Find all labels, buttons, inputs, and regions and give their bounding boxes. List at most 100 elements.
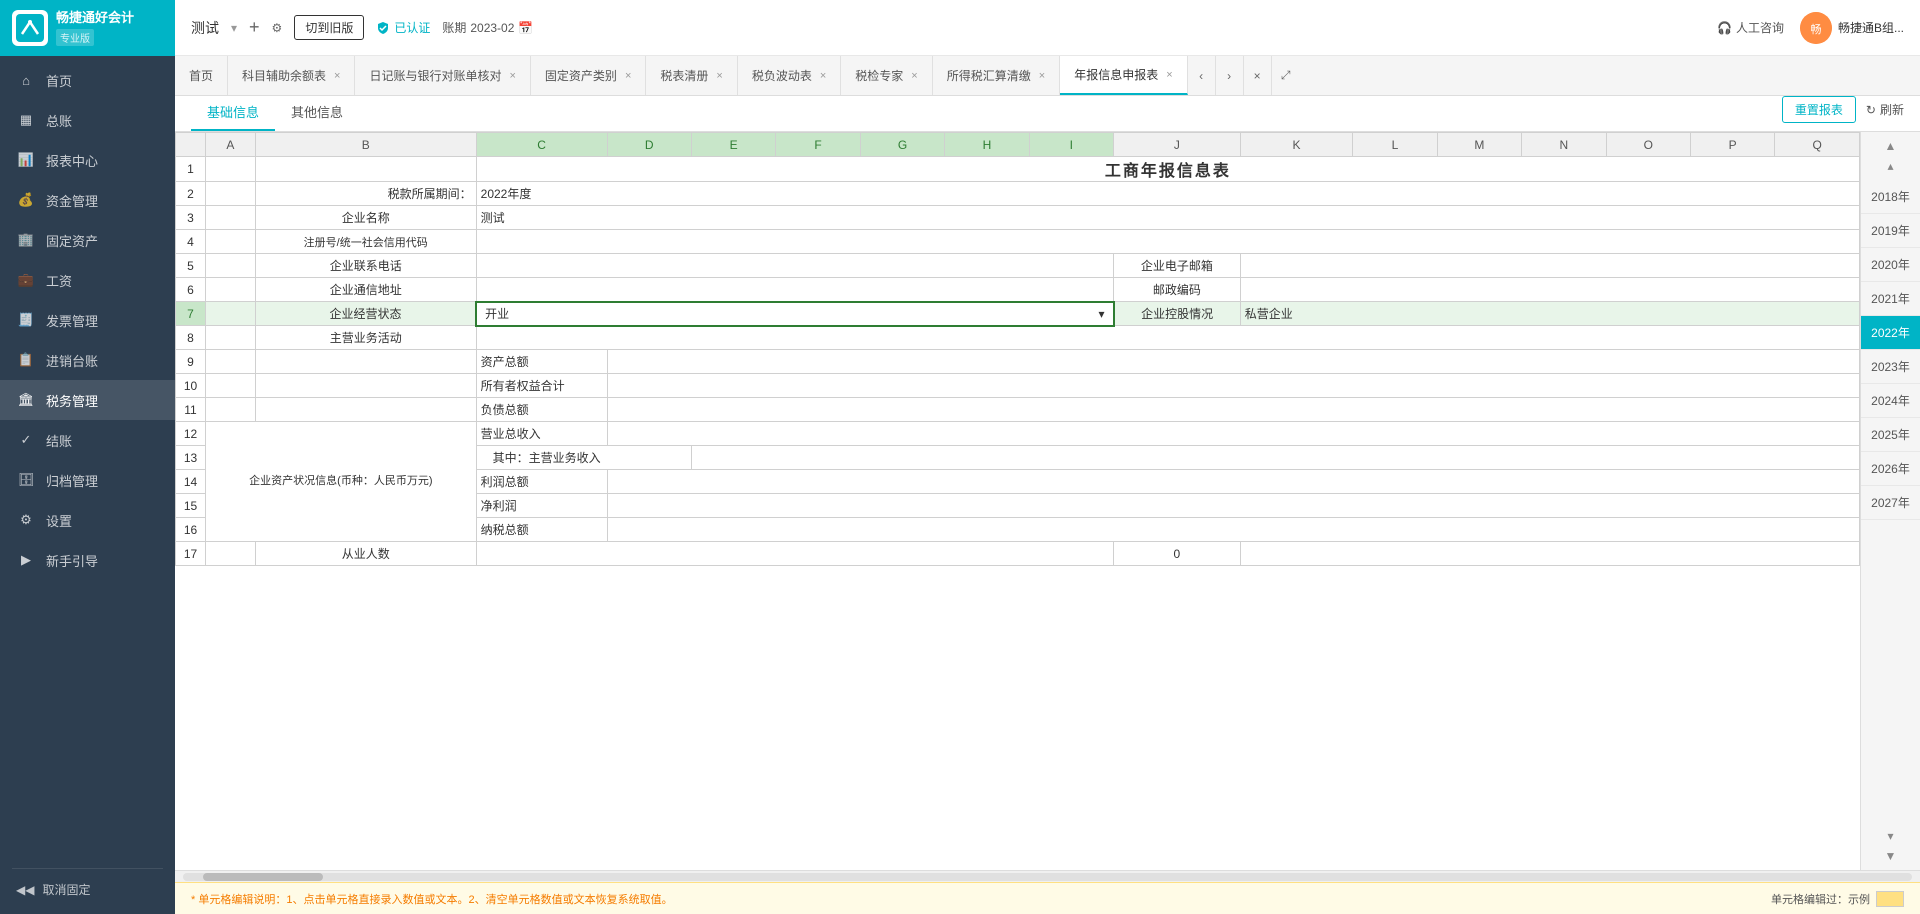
tab-journal[interactable]: 日记账与银行对账单核对 ×	[355, 56, 530, 95]
cell-17j[interactable]: 0	[1114, 542, 1241, 566]
cell-12d[interactable]	[607, 422, 1859, 446]
cell-10c[interactable]: 所有者权益合计	[476, 374, 607, 398]
year-item-2022[interactable]: 2022年	[1861, 316, 1920, 350]
sidebar-item-settle[interactable]: ✓ 结账	[0, 420, 175, 460]
cell-10a[interactable]	[206, 374, 256, 398]
cell-7k[interactable]: 私营企业	[1240, 302, 1859, 326]
cell-4c[interactable]	[476, 230, 1859, 254]
sidebar-item-stock[interactable]: 📋 进销台账	[0, 340, 175, 380]
cell-3c[interactable]: 测试	[476, 206, 1859, 230]
col-header-b[interactable]: B	[255, 133, 476, 157]
col-header-n[interactable]: N	[1522, 133, 1606, 157]
switch-version-button[interactable]: 切到旧版	[294, 15, 364, 40]
tab-close-icon[interactable]: ×	[716, 70, 722, 82]
tab-close-icon[interactable]: ×	[625, 70, 631, 82]
tab-close-all-button[interactable]: ×	[1244, 56, 1272, 95]
cell-11b[interactable]	[255, 398, 476, 422]
sidebar-item-report[interactable]: 📊 报表中心	[0, 140, 175, 180]
sidebar-item-guide[interactable]: ▶ 新手引导	[0, 540, 175, 580]
tab-close-icon[interactable]: ×	[820, 70, 826, 82]
sidebar-item-tax[interactable]: 🏛 税务管理	[0, 380, 175, 420]
sidebar-item-fixed[interactable]: 🏢 固定资产	[0, 220, 175, 260]
topbar-add-button[interactable]: +	[249, 17, 260, 38]
cell-1a[interactable]	[206, 157, 256, 182]
cell-4a[interactable]	[206, 230, 256, 254]
collapse-sidebar-button[interactable]: ◀◀ 取消固定	[0, 873, 175, 906]
cell-11c[interactable]: 负债总额	[476, 398, 607, 422]
year-item-2019[interactable]: 2019年	[1861, 214, 1920, 248]
col-header-l[interactable]: L	[1353, 133, 1437, 157]
tab-close-icon[interactable]: ×	[1166, 69, 1172, 81]
cell-14d[interactable]	[607, 470, 1859, 494]
year-item-2024[interactable]: 2024年	[1861, 384, 1920, 418]
cell-3a[interactable]	[206, 206, 256, 230]
year-item-2020[interactable]: 2020年	[1861, 248, 1920, 282]
cell-17c[interactable]	[476, 542, 1113, 566]
cell-1b[interactable]	[255, 157, 476, 182]
tab-tax-wave[interactable]: 税负波动表 ×	[738, 56, 841, 95]
cell-13d[interactable]	[691, 446, 1859, 470]
year-item-2023[interactable]: 2023年	[1861, 350, 1920, 384]
year-scroll-up2-button[interactable]: ▴	[1876, 156, 1906, 176]
cell-15d[interactable]	[607, 494, 1859, 518]
year-item-2025[interactable]: 2025年	[1861, 418, 1920, 452]
year-item-2026[interactable]: 2026年	[1861, 452, 1920, 486]
col-header-k[interactable]: K	[1240, 133, 1353, 157]
year-item-2027[interactable]: 2027年	[1861, 486, 1920, 520]
col-header-h[interactable]: H	[945, 133, 1029, 157]
cell-10d[interactable]	[607, 374, 1859, 398]
tab-annual-report[interactable]: 年报信息申报表 ×	[1060, 56, 1187, 95]
refresh-button[interactable]: ↻ 刷新	[1866, 101, 1904, 118]
col-header-m[interactable]: M	[1437, 133, 1521, 157]
tab-aux[interactable]: 科目辅助余额表 ×	[228, 56, 355, 95]
cell-8a[interactable]	[206, 326, 256, 350]
col-header-j[interactable]: J	[1114, 133, 1241, 157]
customer-service-button[interactable]: 🎧 人工咨询	[1717, 19, 1784, 36]
cell-7a[interactable]	[206, 302, 256, 326]
tab-close-icon[interactable]: ×	[1039, 70, 1045, 82]
year-item-2018[interactable]: 2018年	[1861, 180, 1920, 214]
cell-12c[interactable]: 营业总收入	[476, 422, 607, 446]
cell-5c[interactable]	[476, 254, 1113, 278]
cell-6c[interactable]	[476, 278, 1113, 302]
sidebar-item-ledger[interactable]: ▦ 总账	[0, 100, 175, 140]
tab-tax-inspect[interactable]: 税检专家 ×	[841, 56, 932, 95]
hscroll-thumb[interactable]	[203, 873, 323, 881]
col-header-p[interactable]: P	[1690, 133, 1774, 157]
tab-expand-button[interactable]: ⤢	[1272, 56, 1300, 95]
subtab-basic[interactable]: 基础信息	[191, 96, 275, 131]
cell-9c[interactable]: 资产总额	[476, 350, 607, 374]
year-scroll-down2-button[interactable]: ▼	[1876, 846, 1906, 866]
col-header-c[interactable]: C	[476, 133, 607, 157]
cell-14c[interactable]: 利润总额	[476, 470, 607, 494]
cell-15c[interactable]: 净利润	[476, 494, 607, 518]
tab-tax-return[interactable]: 税表清册 ×	[646, 56, 737, 95]
tab-income-tax[interactable]: 所得税汇算清缴 ×	[933, 56, 1060, 95]
sidebar-item-fund[interactable]: 💰 资金管理	[0, 180, 175, 220]
cell-8c[interactable]	[476, 326, 1859, 350]
user-menu-button[interactable]: 畅 畅捷通B组...	[1800, 12, 1904, 44]
cell-9b[interactable]	[255, 350, 476, 374]
spreadsheet-grid[interactable]: A B C D E F G H I J K L	[175, 132, 1860, 870]
year-scroll-up-button[interactable]: ▲	[1876, 136, 1906, 156]
col-header-o[interactable]: O	[1606, 133, 1690, 157]
year-item-2021[interactable]: 2021年	[1861, 282, 1920, 316]
cell-9d[interactable]	[607, 350, 1859, 374]
col-header-q[interactable]: Q	[1775, 133, 1860, 157]
cell-11d[interactable]	[607, 398, 1859, 422]
topbar-settings-button[interactable]: ⚙	[272, 21, 283, 35]
subtab-other[interactable]: 其他信息	[275, 96, 359, 131]
col-header-g[interactable]: G	[860, 133, 944, 157]
cell-2c[interactable]: 2022年度	[476, 182, 1859, 206]
cell-17k[interactable]	[1240, 542, 1859, 566]
sidebar-item-invoice[interactable]: 🧾 发票管理	[0, 300, 175, 340]
cell-13c[interactable]: 其中：主营业务收入	[476, 446, 691, 470]
cell-6k[interactable]	[1240, 278, 1859, 302]
year-scroll-down-button[interactable]: ▾	[1876, 826, 1906, 846]
cell-2a[interactable]	[206, 182, 256, 206]
col-header-e[interactable]: E	[691, 133, 775, 157]
cell-16d[interactable]	[607, 518, 1859, 542]
horizontal-scrollbar[interactable]	[175, 870, 1920, 882]
cell-5a[interactable]	[206, 254, 256, 278]
cell-9a[interactable]	[206, 350, 256, 374]
